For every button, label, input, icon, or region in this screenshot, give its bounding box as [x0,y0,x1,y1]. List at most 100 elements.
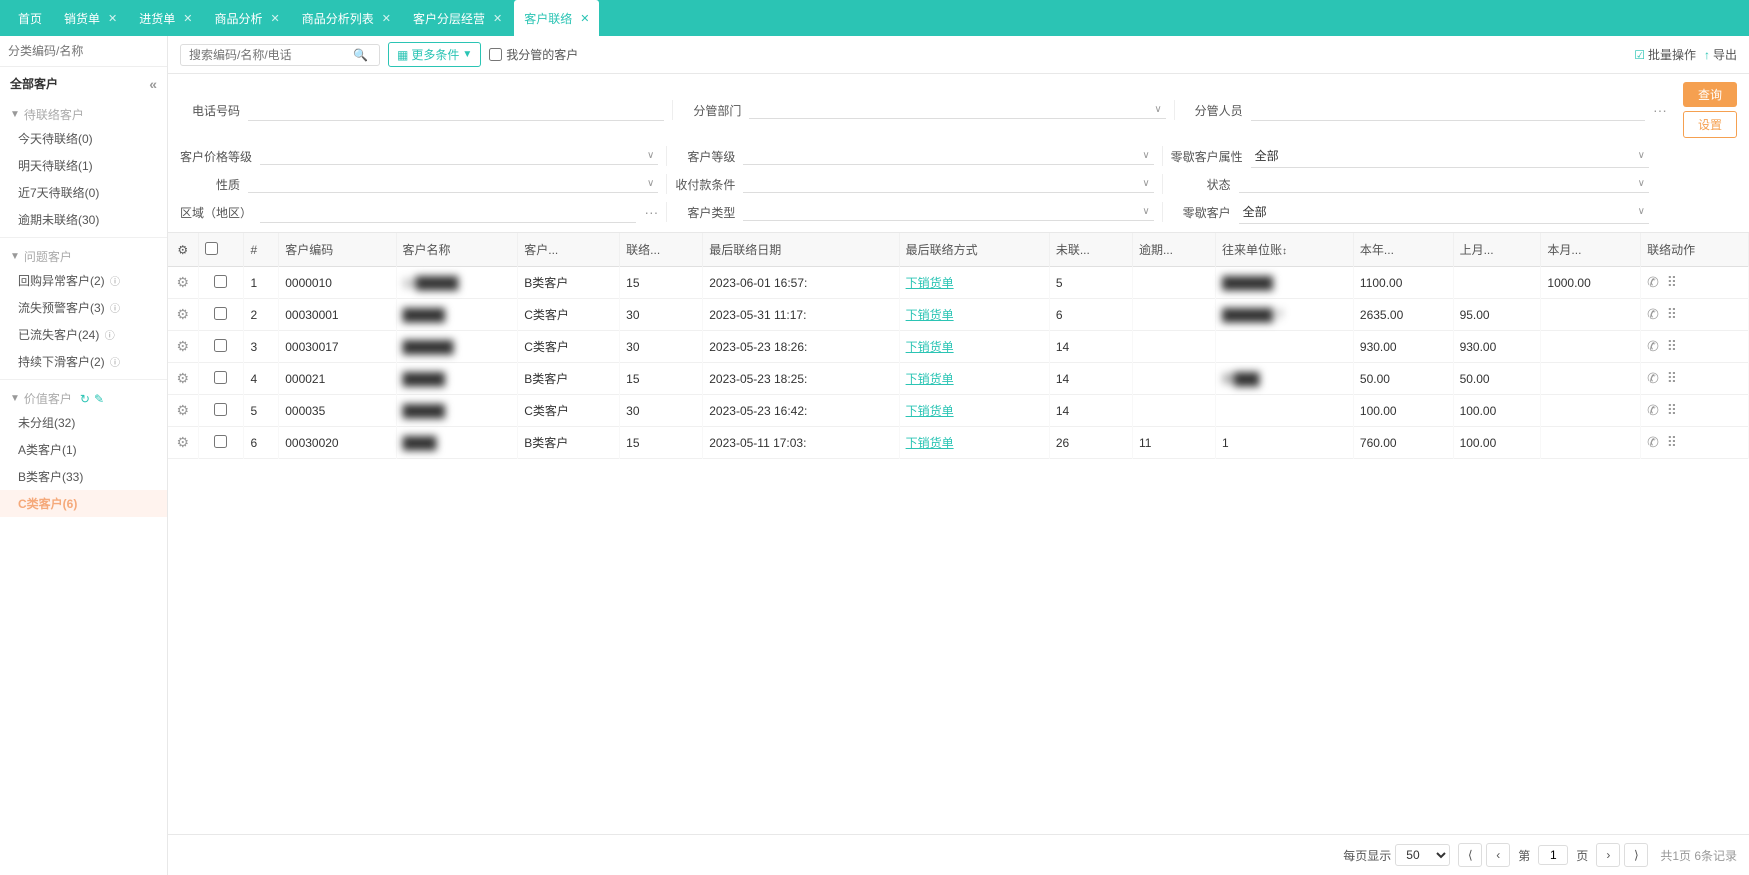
th-this-month[interactable]: 本月... [1541,233,1641,267]
nav-purchase[interactable]: 进货单 ✕ [129,0,202,36]
row-checkbox[interactable] [214,403,227,416]
nav-product-analysis[interactable]: 商品分析 ✕ [204,0,289,36]
th-this-year[interactable]: 本年... [1353,233,1453,267]
sidebar-item-tomorrow[interactable]: 明天待联络(1) [0,152,167,179]
my-customers-check[interactable]: 我分管的客户 [489,46,578,63]
nav-product-list[interactable]: 商品分析列表 ✕ [292,0,401,36]
row-checkbox[interactable] [214,339,227,352]
cell-last-method[interactable]: 下销货单 [899,395,1049,427]
th-last-method[interactable]: 最后联络方式 [899,233,1049,267]
cell-last-method[interactable]: 下销货单 [899,331,1049,363]
sidebar-item-abnormal[interactable]: 回购异常客户(2) ⓘ [0,267,167,294]
cell-last-method[interactable]: 下销货单 [899,363,1049,395]
grid-icon[interactable]: ⠿ [1667,338,1677,355]
nav-product-analysis-close[interactable]: ✕ [271,12,280,25]
contact-icon[interactable]: ✆ [1647,402,1659,419]
nav-customer-tier-close[interactable]: ✕ [493,12,502,25]
search-icon[interactable]: 🔍 [353,48,368,62]
sidebar-item-class-a[interactable]: A类客户(1) [0,436,167,463]
th-last-date[interactable]: 最后联络日期 [703,233,899,267]
row-settings-icon[interactable]: ⚙ [176,434,189,450]
cell-last-method[interactable]: 下销货单 [899,299,1049,331]
grid-icon[interactable]: ⠿ [1667,274,1677,291]
retail-select[interactable]: 全部 ∨ [1239,200,1649,224]
set-btn[interactable]: 设置 [1683,111,1737,138]
method-link[interactable]: 下销货单 [906,340,954,354]
nav-sales-close[interactable]: ✕ [108,12,117,25]
grid-icon[interactable]: ⠿ [1667,370,1677,387]
cell-check[interactable] [198,363,244,395]
th-check[interactable] [198,233,244,267]
th-name[interactable]: 客户名称 [396,233,518,267]
cell-check[interactable] [198,331,244,363]
row-settings-icon[interactable]: ⚙ [176,402,189,418]
nav-purchase-close[interactable]: ✕ [183,12,192,25]
contact-icon[interactable]: ✆ [1647,338,1659,355]
nav-customer-contact[interactable]: 客户联络 ✕ [514,0,599,36]
sidebar-item-class-b[interactable]: B类客户(33) [0,463,167,490]
sidebar-item-warning[interactable]: 流失预警客户(3) ⓘ [0,294,167,321]
cell-last-method[interactable]: 下销货单 [899,267,1049,299]
region-dots[interactable]: ··· [644,204,658,220]
contact-icon[interactable]: ✆ [1647,370,1659,387]
sidebar-item-today[interactable]: 今天待联络(0) [0,125,167,152]
grid-icon[interactable]: ⠿ [1667,402,1677,419]
contact-icon[interactable]: ✆ [1647,306,1659,323]
grid-icon[interactable]: ⠿ [1667,434,1677,451]
method-link[interactable]: 下销货单 [906,372,954,386]
my-customers-checkbox[interactable] [489,48,502,61]
main-search-input[interactable] [189,48,349,62]
th-type[interactable]: 客户... [518,233,620,267]
method-link[interactable]: 下销货单 [906,436,954,450]
more-conditions-btn[interactable]: ▦ 更多条件 ▼ [388,42,481,67]
method-link[interactable]: 下销货单 [906,276,954,290]
sidebar-item-7days[interactable]: 近7天待联络(0) [0,179,167,206]
nav-customer-contact-close[interactable]: ✕ [580,12,589,25]
nature-select[interactable]: ∨ [248,175,658,193]
th-gear[interactable]: ⚙ [168,233,198,267]
price-select[interactable]: ∨ [260,147,658,165]
grid-icon[interactable]: ⠿ [1667,306,1677,323]
cell-check[interactable] [198,299,244,331]
next-page-btn[interactable]: › [1596,843,1620,867]
sidebar-all-customers[interactable]: 全部客户 « [0,67,167,100]
th-last-month[interactable]: 上月... [1453,233,1541,267]
sidebar-search-input[interactable] [8,44,163,58]
cell-check[interactable] [198,267,244,299]
prev-page-btn[interactable]: ‹ [1486,843,1510,867]
manager-input[interactable] [1251,100,1645,121]
sidebar-item-class-c[interactable]: C类客户(6) [0,490,167,517]
row-settings-icon[interactable]: ⚙ [176,338,189,354]
nav-product-list-close[interactable]: ✕ [382,12,391,25]
th-not-contact[interactable]: 未联... [1049,233,1132,267]
refresh-icon[interactable]: ↻ [80,392,90,406]
retail-attr-select[interactable]: 全部 ∨ [1251,144,1649,168]
payment-select[interactable]: ∨ [743,175,1153,193]
batch-ops-btn[interactable]: ☑ 批量操作 [1634,46,1696,63]
page-size-select[interactable]: 50 100 200 [1395,844,1450,866]
row-settings-icon[interactable]: ⚙ [176,370,189,386]
last-page-btn[interactable]: ⟩ [1624,843,1648,867]
contact-icon[interactable]: ✆ [1647,274,1659,291]
sidebar-item-declining[interactable]: 持续下滑客户(2) ⓘ [0,348,167,375]
method-link[interactable]: 下销货单 [906,404,954,418]
nav-customer-tier[interactable]: 客户分层经营 ✕ [403,0,512,36]
nav-home[interactable]: 首页 [8,0,52,36]
region-input[interactable] [260,202,636,223]
th-overdue[interactable]: 逾期... [1132,233,1215,267]
th-unit-amount[interactable]: 往来单位账↕ [1216,233,1354,267]
first-page-btn[interactable]: ⟨ [1458,843,1482,867]
export-btn[interactable]: ↑ 导出 [1704,46,1737,63]
contact-icon[interactable]: ✆ [1647,434,1659,451]
row-settings-icon[interactable]: ⚙ [176,274,189,290]
cust-type-select[interactable]: ∨ [743,203,1153,221]
cell-last-method[interactable]: 下销货单 [899,427,1049,459]
row-checkbox[interactable] [214,307,227,320]
th-code[interactable]: 客户编码 [279,233,396,267]
row-settings-icon[interactable]: ⚙ [176,306,189,322]
select-all-checkbox[interactable] [205,242,218,255]
row-checkbox[interactable] [214,371,227,384]
cell-check[interactable] [198,427,244,459]
th-contact[interactable]: 联络... [620,233,703,267]
sidebar-item-overdue[interactable]: 逾期未联络(30) [0,206,167,233]
